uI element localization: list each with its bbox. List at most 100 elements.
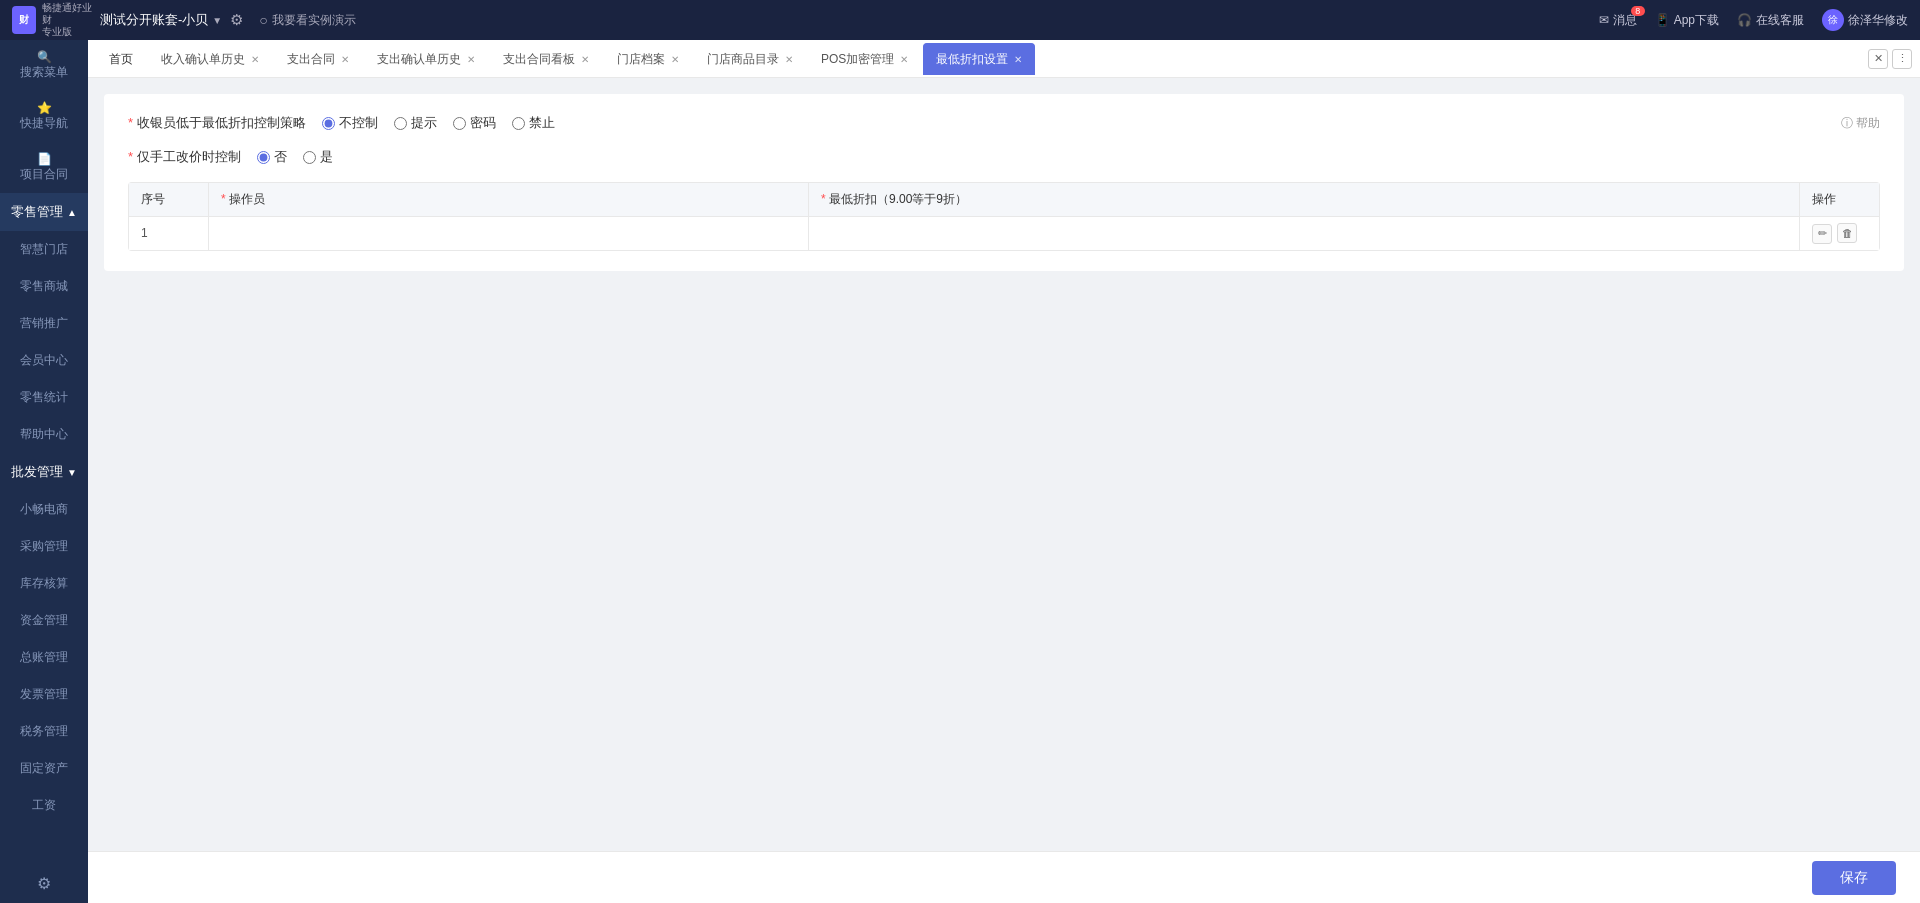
logo-icon: 财 — [12, 6, 36, 34]
policy-radio-forbid[interactable] — [512, 117, 525, 130]
logo-text: 畅捷通好业财 专业版 — [42, 2, 92, 38]
policy-radio-no-control[interactable] — [322, 117, 335, 130]
tab-income-history[interactable]: 收入确认单历史 ✕ — [148, 43, 272, 75]
settings-gear-icon: ⚙ — [37, 875, 51, 892]
sidebar-item-small-ecommerce[interactable]: 小畅电商 — [0, 491, 88, 528]
policy-option-no-control[interactable]: 不控制 — [322, 114, 378, 132]
col-min-discount: 最低折扣（9.00等于9折） — [809, 183, 1800, 217]
col-operator: 操作员 — [209, 183, 809, 217]
policy-label: 收银员低于最低折扣控制策略 — [128, 114, 306, 132]
col-seq: 序号 — [129, 183, 209, 217]
save-button[interactable]: 保存 — [1812, 861, 1896, 895]
manual-price-radio-yes[interactable] — [303, 151, 316, 164]
tab-close-payment-contract[interactable]: ✕ — [341, 54, 349, 65]
tab-bar-controls: ✕ ⋮ — [1868, 49, 1912, 69]
discount-table: 序号 操作员 最低折扣（9.00等于9折） 操作 1 — [128, 182, 1880, 251]
table-row: 1 ✏ 🗑 — [129, 217, 1880, 251]
policy-form-row: 收银员低于最低折扣控制策略 不控制 提示 密码 — [128, 114, 1880, 132]
sidebar-item-fixed-assets[interactable]: 固定资产 — [0, 750, 88, 787]
sidebar-item-retail-stats[interactable]: 零售统计 — [0, 379, 88, 416]
sidebar-item-accounting[interactable]: 总账管理 — [0, 639, 88, 676]
policy-radio-prompt[interactable] — [394, 117, 407, 130]
manual-price-form-row: 仅手工改价时控制 否 是 — [128, 148, 1880, 166]
topbar-right: ✉ 消息 8 📱 App下载 🎧 在线客服 徐 徐泽华修改 — [1599, 9, 1908, 31]
sidebar-item-shortcut[interactable]: ⭐ 快捷导航 — [0, 91, 88, 142]
manual-price-label: 仅手工改价时控制 — [128, 148, 241, 166]
sidebar-item-marketing[interactable]: 营销推广 — [0, 305, 88, 342]
policy-option-password[interactable]: 密码 — [453, 114, 496, 132]
logo: 财 畅捷通好业财 专业版 — [12, 2, 92, 38]
tab-close-store-product-catalog[interactable]: ✕ — [785, 54, 793, 65]
table-header: 序号 操作员 最低折扣（9.00等于9折） 操作 — [129, 183, 1880, 217]
shortcut-icon: ⭐ — [4, 101, 84, 115]
tab-store-archive[interactable]: 门店档案 ✕ — [604, 43, 692, 75]
cell-seq: 1 — [129, 217, 209, 251]
content-area: 首页 收入确认单历史 ✕ 支出合同 ✕ 支出确认单历史 ✕ 支出合同看板 ✕ 门… — [88, 40, 1920, 903]
tab-close-current-button[interactable]: ✕ — [1868, 49, 1888, 69]
table-header-row: 序号 操作员 最低折扣（9.00等于9折） 操作 — [129, 183, 1880, 217]
sidebar-item-help-center[interactable]: 帮助中心 — [0, 416, 88, 453]
sidebar-item-wholesale-mgmt[interactable]: 批发管理 ▼ — [0, 453, 88, 491]
tab-home[interactable]: 首页 — [96, 43, 146, 75]
bottom-bar: 保存 — [88, 851, 1920, 903]
sidebar-item-search[interactable]: 🔍 搜索菜单 — [0, 40, 88, 91]
tab-close-min-discount-settings[interactable]: ✕ — [1014, 54, 1022, 65]
online-service-button[interactable]: 🎧 在线客服 — [1737, 12, 1804, 29]
tab-store-product-catalog[interactable]: 门店商品目录 ✕ — [694, 43, 806, 75]
app-download-button[interactable]: 📱 App下载 — [1655, 12, 1719, 29]
retail-mgmt-arrow-icon: ▲ — [67, 207, 77, 218]
contract-icon: 📄 — [4, 152, 84, 166]
topbar-settings-icon[interactable]: ⚙ — [230, 11, 243, 29]
manual-price-option-no[interactable]: 否 — [257, 148, 287, 166]
sidebar-item-member-center[interactable]: 会员中心 — [0, 342, 88, 379]
help-button[interactable]: ⓘ 帮助 — [1841, 115, 1880, 132]
main-layout: 🔍 搜索菜单 ⭐ 快捷导航 📄 项目合同 零售管理 ▲ 智慧门店 零售商城 营销… — [0, 40, 1920, 903]
tab-payment-contract[interactable]: 支出合同 ✕ — [274, 43, 362, 75]
page-content: 收银员低于最低折扣控制策略 不控制 提示 密码 — [88, 78, 1920, 851]
tab-pos-password-mgmt[interactable]: POS加密管理 ✕ — [808, 43, 921, 75]
sidebar-item-inventory-check[interactable]: 库存核算 — [0, 565, 88, 602]
policy-radio-group: 不控制 提示 密码 禁止 — [322, 114, 555, 132]
cell-min-discount — [809, 217, 1800, 251]
tab-close-store-archive[interactable]: ✕ — [671, 54, 679, 65]
sidebar-item-retail-mgmt[interactable]: 零售管理 ▲ — [0, 193, 88, 231]
cell-operator — [209, 217, 809, 251]
sidebar-settings-button[interactable]: ⚙ — [0, 864, 88, 903]
user-info[interactable]: 徐 徐泽华修改 — [1822, 9, 1908, 31]
policy-option-forbid[interactable]: 禁止 — [512, 114, 555, 132]
message-badge: 8 — [1631, 6, 1645, 16]
project-dropdown-arrow: ▼ — [212, 15, 222, 26]
search-icon: 🔍 — [4, 50, 84, 64]
table-body: 1 ✏ 🗑 — [129, 217, 1880, 251]
sidebar-item-project-contract[interactable]: 📄 项目合同 — [0, 142, 88, 193]
sidebar-item-fund-mgmt[interactable]: 资金管理 — [0, 602, 88, 639]
col-actions: 操作 — [1800, 183, 1880, 217]
sidebar-item-invoice-mgmt[interactable]: 发票管理 — [0, 676, 88, 713]
delete-action-icon[interactable]: 🗑 — [1837, 223, 1857, 243]
tab-close-pos-password-mgmt[interactable]: ✕ — [900, 54, 908, 65]
sidebar-item-purchase-mgmt[interactable]: 采购管理 — [0, 528, 88, 565]
tab-menu-button[interactable]: ⋮ — [1892, 49, 1912, 69]
tab-close-payment-contract-board[interactable]: ✕ — [581, 54, 589, 65]
sidebar-item-smart-store[interactable]: 智慧门店 — [0, 231, 88, 268]
tab-close-income-history[interactable]: ✕ — [251, 54, 259, 65]
headset-icon: 🎧 — [1737, 13, 1752, 27]
policy-radio-password[interactable] — [453, 117, 466, 130]
manual-price-option-yes[interactable]: 是 — [303, 148, 333, 166]
project-selector[interactable]: 测试分开账套-小贝 ▼ — [100, 11, 222, 29]
manual-price-radio-no[interactable] — [257, 151, 270, 164]
sidebar-item-tax-mgmt[interactable]: 税务管理 — [0, 713, 88, 750]
edit-action-icon[interactable]: ✏ — [1812, 224, 1832, 244]
tab-min-discount-settings[interactable]: 最低折扣设置 ✕ — [923, 43, 1035, 75]
tab-close-payment-confirm-history[interactable]: ✕ — [467, 54, 475, 65]
demo-link[interactable]: ○ 我要看实例演示 — [259, 12, 355, 29]
cell-actions: ✏ 🗑 — [1800, 217, 1880, 251]
top-bar: 财 畅捷通好业财 专业版 测试分开账套-小贝 ▼ ⚙ ○ 我要看实例演示 ✉ 消… — [0, 0, 1920, 40]
policy-option-prompt[interactable]: 提示 — [394, 114, 437, 132]
sidebar-item-retail-mall[interactable]: 零售商城 — [0, 268, 88, 305]
tab-payment-contract-board[interactable]: 支出合同看板 ✕ — [490, 43, 602, 75]
phone-icon: 📱 — [1655, 13, 1670, 27]
message-button[interactable]: ✉ 消息 8 — [1599, 12, 1637, 29]
tab-payment-confirm-history[interactable]: 支出确认单历史 ✕ — [364, 43, 488, 75]
sidebar-item-salary[interactable]: 工资 — [0, 787, 88, 824]
